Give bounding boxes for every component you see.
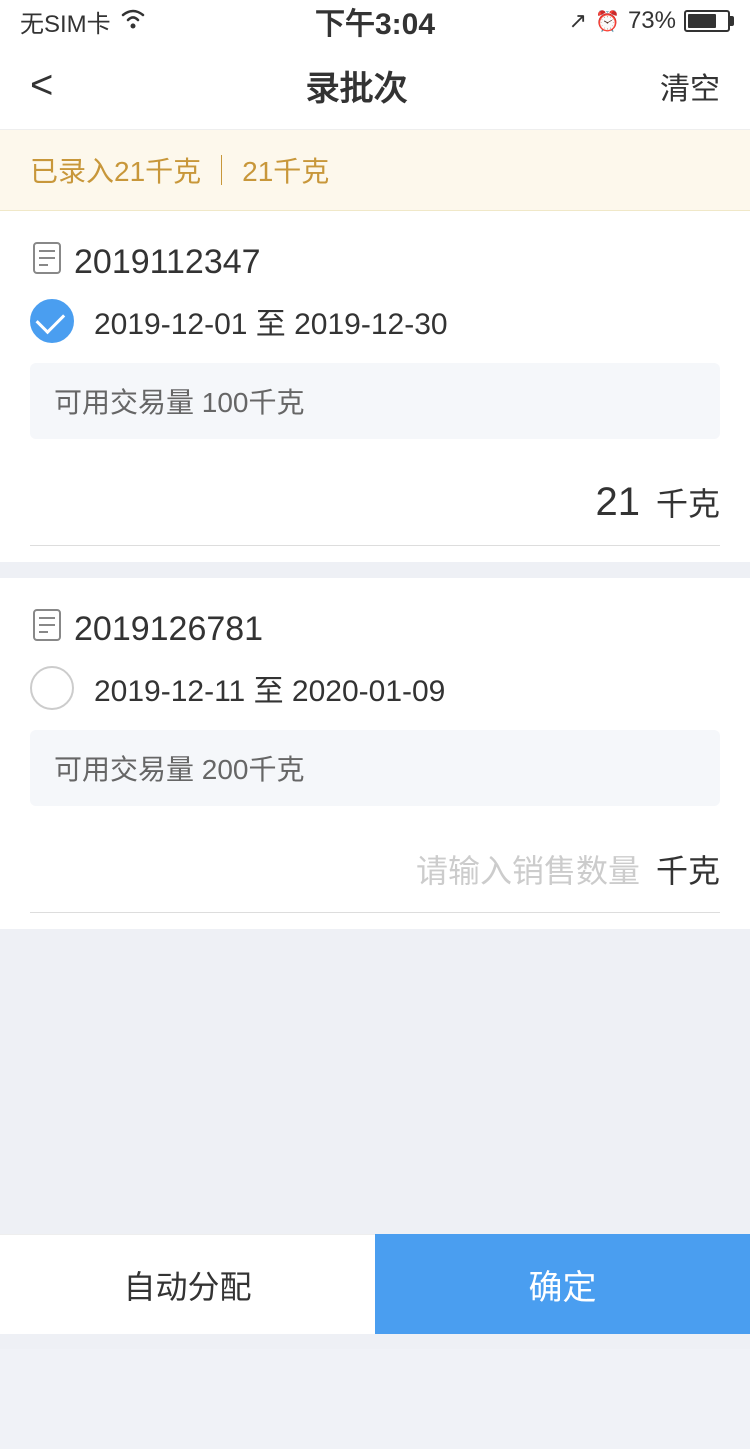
batch-2-id-row: 2019126781 [30, 608, 720, 650]
batch-2-input-row: 请输入销售数量 千克 [0, 826, 750, 912]
batch-2-date: 2019-12-11 至 2020-01-09 [94, 666, 445, 710]
batch-2-date-row[interactable]: 2019-12-11 至 2020-01-09 [30, 666, 720, 710]
batch-1-date: 2019-12-01 至 2019-12-30 [94, 299, 448, 343]
battery-percent: 73% [628, 7, 676, 35]
batch-1-radio[interactable] [30, 299, 74, 343]
total-amount: 21千克 [242, 150, 329, 190]
status-time: 下午3:04 [315, 0, 435, 43]
batch-2-availability: 可用交易量 200千克 [30, 730, 720, 806]
batch-1-card: 2019112347 2019-12-01 至 2019-12-30 可用交易量… [0, 211, 750, 562]
section-separator-1 [0, 562, 750, 578]
recorded-amount: 已录入21千克 [30, 150, 201, 190]
batch-1-id-row: 2019112347 [30, 241, 720, 283]
sim-text: 无SIM卡 [20, 4, 111, 39]
page-title: 录批次 [306, 61, 408, 110]
clear-button[interactable]: 清空 [660, 64, 720, 108]
confirm-button[interactable]: 确定 [375, 1234, 750, 1334]
batch-2-card: 2019126781 2019-12-11 至 2020-01-09 可用交易量… [0, 578, 750, 929]
batch-1-date-row[interactable]: 2019-12-01 至 2019-12-30 [30, 299, 720, 343]
info-divider [221, 155, 222, 185]
status-left: 无SIM卡 [20, 4, 147, 39]
batch-2-unit: 千克 [656, 846, 720, 892]
nav-bar: < 录批次 清空 [0, 42, 750, 130]
auto-distribute-button[interactable]: 自动分配 [0, 1234, 375, 1334]
wifi-icon [119, 7, 147, 36]
batch-1-availability: 可用交易量 100千克 [30, 363, 720, 439]
location-icon: ↗ [569, 8, 587, 34]
status-right: ↗ ⏰ 73% [569, 7, 730, 35]
info-banner: 已录入21千克 21千克 [0, 130, 750, 211]
back-button[interactable]: < [30, 63, 53, 108]
batch-2-radio[interactable] [30, 666, 74, 710]
battery-icon [684, 10, 730, 32]
batch-2-input-placeholder: 请输入销售数量 [416, 846, 640, 892]
batch-1-id: 2019112347 [74, 243, 261, 282]
batch-1-unit: 千克 [656, 479, 720, 525]
batch-1-amount-input[interactable] [520, 480, 640, 525]
bottom-bar: 自动分配 确定 [0, 1234, 750, 1334]
alarm-icon: ⏰ [595, 9, 620, 34]
batch-2-icon [30, 608, 64, 650]
status-bar: 无SIM卡 下午3:04 ↗ ⏰ 73% [0, 0, 750, 42]
batch-2-id: 2019126781 [74, 610, 263, 649]
batch-1-icon [30, 241, 64, 283]
batch-1-amount-row: 千克 [0, 459, 750, 545]
